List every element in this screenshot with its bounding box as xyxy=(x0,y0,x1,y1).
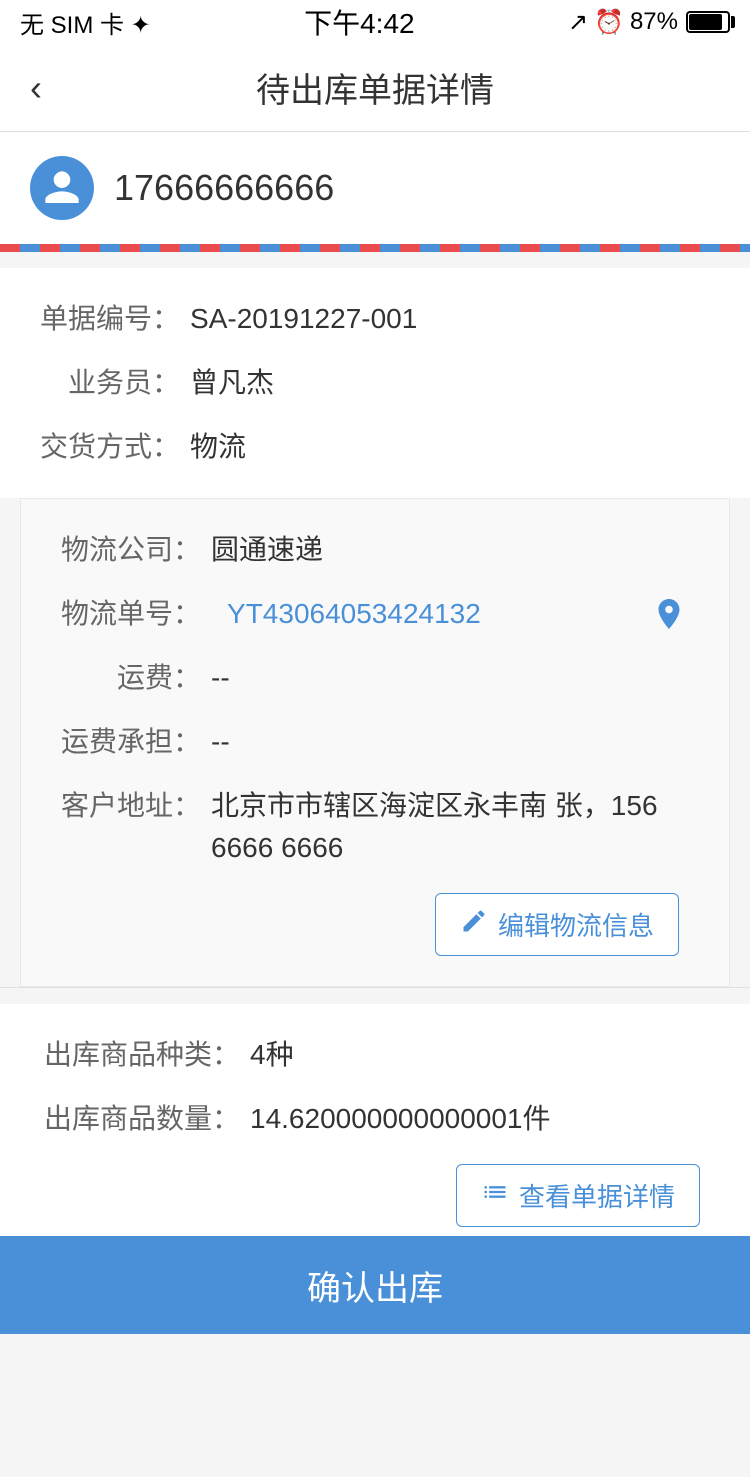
freight-bear-row: 运费承担： -- xyxy=(61,721,689,763)
edit-logistics-area: 编辑物流信息 xyxy=(61,893,689,956)
freight-bear-label: 运费承担： xyxy=(61,721,201,763)
logistics-card: 物流公司： 圆通速递 物流单号： YT43064053424132 运费： --… xyxy=(20,498,730,987)
battery-percent: 87% xyxy=(630,8,678,36)
sim-status: 无 SIM 卡 ✦ xyxy=(20,5,151,40)
freight-label: 运费： xyxy=(61,657,201,699)
salesman-value: 曾凡杰 xyxy=(190,362,710,404)
location-pin-icon[interactable] xyxy=(649,594,689,634)
page-title: 待出库单据详情 xyxy=(256,63,494,112)
freight-bear-value: -- xyxy=(211,721,689,763)
logistics-company-label: 物流公司： xyxy=(61,529,201,571)
battery-icon xyxy=(686,11,730,33)
delivery-row: 交货方式： 物流 xyxy=(40,426,710,468)
nav-bar: ‹ 待出库单据详情 xyxy=(0,44,750,132)
goods-section: 出库商品种类： 4种 出库商品数量： 14.620000000000001件 查… xyxy=(0,1004,750,1257)
goods-type-label: 出库商品种类： xyxy=(40,1034,240,1076)
section-separator xyxy=(0,987,750,988)
document-label: 单据编号： xyxy=(40,298,180,340)
edit-icon xyxy=(460,907,488,942)
address-label: 客户地址： xyxy=(61,785,201,827)
confirm-button-label: 确认出库 xyxy=(307,1261,443,1310)
status-bar-time: 下午4:42 xyxy=(304,2,415,42)
tracking-row: 物流单号： YT43064053424132 xyxy=(61,593,689,635)
back-button[interactable]: ‹ xyxy=(30,67,42,109)
view-detail-label: 查看单据详情 xyxy=(519,1177,675,1214)
edit-logistics-label: 编辑物流信息 xyxy=(498,906,654,943)
goods-quantity-value: 14.620000000000001件 xyxy=(250,1098,710,1140)
customer-phone: 17666666666 xyxy=(114,167,334,209)
freight-value: -- xyxy=(211,657,689,699)
avatar xyxy=(30,156,94,220)
tracking-label: 物流单号： xyxy=(61,593,201,635)
status-bar-left: 无 SIM 卡 ✦ xyxy=(20,5,151,40)
salesman-label: 业务员： xyxy=(40,362,180,404)
freight-row: 运费： -- xyxy=(61,657,689,699)
person-icon xyxy=(42,168,82,208)
detail-list-icon xyxy=(481,1178,509,1213)
address-value: 北京市市辖区海淀区永丰南 张，156 6666 6666 xyxy=(211,785,689,869)
customer-section: 17666666666 xyxy=(0,132,750,244)
goods-type-value: 4种 xyxy=(250,1034,710,1076)
delivery-label: 交货方式： xyxy=(40,426,180,468)
view-detail-area: 查看单据详情 xyxy=(40,1164,710,1227)
document-row: 单据编号： SA-20191227-001 xyxy=(40,298,710,340)
alarm-icon: ⏰ xyxy=(594,8,624,37)
document-value: SA-20191227-001 xyxy=(190,298,710,340)
view-detail-button[interactable]: 查看单据详情 xyxy=(456,1164,700,1227)
logistics-company-value: 圆通速递 xyxy=(211,529,689,571)
goods-quantity-row: 出库商品数量： 14.620000000000001件 xyxy=(40,1098,710,1140)
dashed-divider xyxy=(0,244,750,252)
edit-logistics-button[interactable]: 编辑物流信息 xyxy=(435,893,679,956)
basic-info-section: 单据编号： SA-20191227-001 业务员： 曾凡杰 交货方式： 物流 xyxy=(0,268,750,498)
delivery-value: 物流 xyxy=(190,426,710,468)
goods-quantity-label: 出库商品数量： xyxy=(40,1098,240,1140)
status-bar-right: ↗ ⏰ 87% xyxy=(568,8,730,37)
location-icon: ↗ xyxy=(568,8,588,37)
logistics-company-row: 物流公司： 圆通速递 xyxy=(61,529,689,571)
tracking-value: YT43064053424132 xyxy=(227,593,633,635)
salesman-row: 业务员： 曾凡杰 xyxy=(40,362,710,404)
confirm-bar[interactable]: 确认出库 xyxy=(0,1236,750,1334)
battery-fill xyxy=(689,14,722,30)
address-row: 客户地址： 北京市市辖区海淀区永丰南 张，156 6666 6666 xyxy=(61,785,689,869)
status-bar: 无 SIM 卡 ✦ 下午4:42 ↗ ⏰ 87% xyxy=(0,0,750,44)
goods-type-row: 出库商品种类： 4种 xyxy=(40,1034,710,1076)
